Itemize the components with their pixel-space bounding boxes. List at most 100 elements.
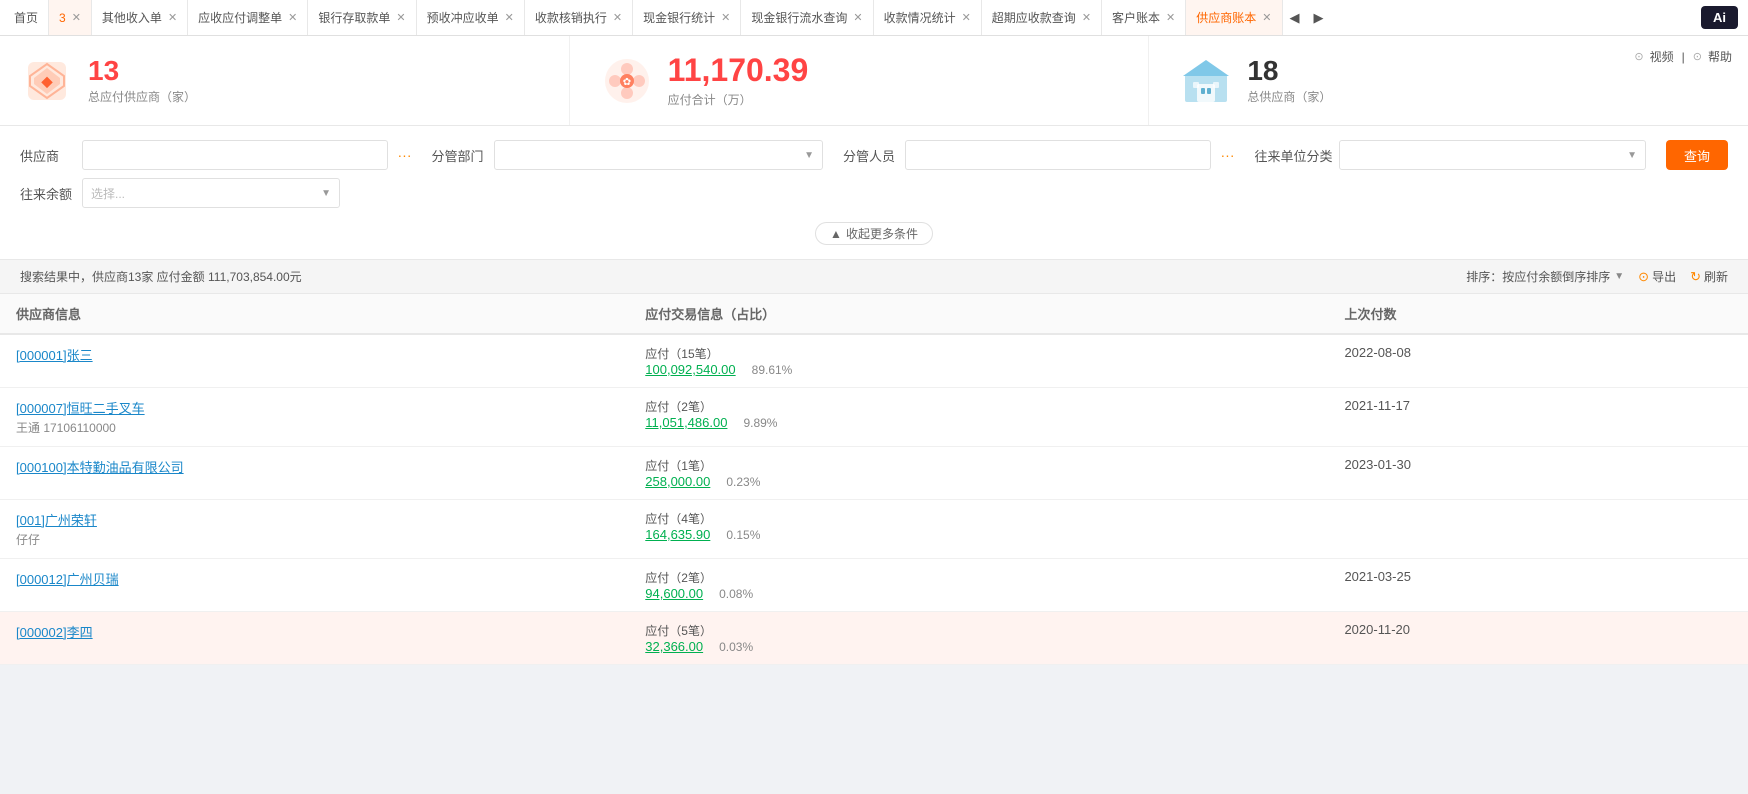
nav-tab-3[interactable]: 3 ✕ xyxy=(49,0,92,36)
export-button[interactable]: ⊙ 导出 xyxy=(1638,268,1676,285)
collapse-arrow-icon: ▲ xyxy=(830,227,842,241)
table-row: [000012]广州贝瑞应付（2笔）94,600.000.08%2021-03-… xyxy=(0,559,1748,612)
supplier-link-4[interactable]: [000012]广州贝瑞 xyxy=(16,572,119,587)
tx-amount-4[interactable]: 94,600.00 xyxy=(645,586,703,601)
export-label: 导出 xyxy=(1652,268,1676,285)
nav-tab-other-income[interactable]: 其他收入单 ✕ xyxy=(92,0,188,36)
supplier-link-3[interactable]: [001]广州荣轩 xyxy=(16,513,97,528)
tx-cell-2: 应付（1笔）258,000.000.23% xyxy=(629,447,1328,500)
dept-arrow-icon: ▼ xyxy=(804,150,814,161)
supplier-cell-4: [000012]广州贝瑞 xyxy=(0,559,629,612)
nav-tab-cash-bank-stat[interactable]: 现金银行统计 ✕ xyxy=(633,0,741,36)
nav-tab-cash-flow-label: 现金银行流水查询 xyxy=(751,9,847,26)
nav-bar: 首页 3 ✕ 其他收入单 ✕ 应收应付调整单 ✕ 银行存取款单 ✕ 预收冲应收单… xyxy=(0,0,1748,36)
stat-suppliers-payable-content: 13 总应付供应商（家） xyxy=(88,56,196,106)
dept-select[interactable]: ▼ xyxy=(494,140,824,170)
filter-dept: 分管部门 ▼ xyxy=(432,140,824,170)
nav-tab-prepay-ar-label: 预收冲应收单 xyxy=(427,9,499,26)
nav-tab-home-label: 首页 xyxy=(14,9,38,26)
tx-amount-1[interactable]: 11,051,486.00 xyxy=(645,415,727,430)
svg-text:◆: ◆ xyxy=(41,73,54,89)
nav-tab-bank-deposit[interactable]: 银行存取款单 ✕ xyxy=(308,0,416,36)
nav-tab-overdue-ar[interactable]: 超期应收款查询 ✕ xyxy=(982,0,1102,36)
category-select[interactable]: ▼ xyxy=(1339,140,1646,170)
tx-amount-2[interactable]: 258,000.00 xyxy=(645,474,710,489)
export-icon: ⊙ xyxy=(1638,269,1649,285)
supplier-sub-3: 仔仔 xyxy=(16,531,613,548)
top-right-links: ⊙ 视频 | ⊙ 帮助 xyxy=(1634,48,1732,65)
nav-tab-other-income-label: 其他收入单 xyxy=(102,9,162,26)
search-button[interactable]: 查询 xyxy=(1666,140,1728,170)
nav-tab-cash-bank-stat-close[interactable]: ✕ xyxy=(721,11,730,24)
stat-amount-label: 应付合计（万） xyxy=(668,91,809,108)
balance-select[interactable]: 选择... ▼ xyxy=(82,178,340,208)
nav-tab-supplier-ledger-close[interactable]: ✕ xyxy=(1262,11,1271,24)
nav-tab-overdue-ar-close[interactable]: ✕ xyxy=(1082,11,1091,24)
supplier-link-1[interactable]: [000007]恒旺二手叉车 xyxy=(16,401,145,416)
stat-amount-content: 11,170.39 应付合计（万） xyxy=(668,53,809,107)
supplier-cell-2: [000100]本特勤油品有限公司 xyxy=(0,447,629,500)
table-row: [001]广州荣轩仔仔 应付（4笔）164,635.90 0.15% xyxy=(0,500,1748,559)
ai-button[interactable]: Ai xyxy=(1701,6,1738,29)
supplier-link-5[interactable]: [000002]李四 xyxy=(16,625,93,640)
supplier-input[interactable] xyxy=(82,140,388,170)
nav-tab-customer-ledger-close[interactable]: ✕ xyxy=(1166,11,1175,24)
nav-tab-prepay-ar[interactable]: 预收冲应收单 ✕ xyxy=(417,0,525,36)
sort-select[interactable]: 排序：按应付余额倒序排序 ▼ xyxy=(1466,268,1624,285)
nav-tab-bank-deposit-close[interactable]: ✕ xyxy=(396,11,405,24)
nav-tab-collection-stat[interactable]: 收款情况统计 ✕ xyxy=(874,0,982,36)
nav-tab-cash-flow-close[interactable]: ✕ xyxy=(853,11,862,24)
supplier-ellipsis[interactable]: ··· xyxy=(398,147,412,163)
nav-tab-customer-ledger-label: 客户账本 xyxy=(1112,9,1160,26)
tx-pct-3: 0.15% xyxy=(726,528,760,542)
stats-bar: ◆ 13 总应付供应商（家） ✿ 11,170.39 应付合计（万） xyxy=(0,36,1748,126)
nav-tab-ar-ap-adjust[interactable]: 应收应付调整单 ✕ xyxy=(188,0,308,36)
person-ellipsis[interactable]: ··· xyxy=(1221,147,1235,163)
tx-amount-0[interactable]: 100,092,540.00 xyxy=(645,362,735,377)
result-summary: 搜索结果中，供应商13家 应付金额 111,703,854.00元 xyxy=(20,268,302,285)
lastpay-cell-2: 2023-01-30 xyxy=(1328,447,1748,500)
tx-cell-4: 应付（2笔）94,600.000.08% xyxy=(629,559,1328,612)
video-link[interactable]: 视频 xyxy=(1650,48,1674,65)
nav-tab-prepay-ar-close[interactable]: ✕ xyxy=(505,11,514,24)
svg-text:✿: ✿ xyxy=(622,77,630,88)
tx-cell-5: 应付（5笔）32,366.000.03% xyxy=(629,612,1328,665)
nav-tab-home[interactable]: 首页 xyxy=(4,0,49,36)
nav-tab-cash-flow[interactable]: 现金银行流水查询 ✕ xyxy=(741,0,873,36)
nav-tab-other-income-close[interactable]: ✕ xyxy=(168,11,177,24)
collapse-button[interactable]: ▲ 收起更多条件 xyxy=(815,222,933,245)
nav-tab-collection-stat-close[interactable]: ✕ xyxy=(962,11,971,24)
tx-label-3: 应付（4笔） xyxy=(645,510,1312,527)
result-bar: 搜索结果中，供应商13家 应付金额 111,703,854.00元 排序：按应付… xyxy=(0,260,1748,294)
tx-label-1: 应付（2笔） xyxy=(645,398,1312,415)
tx-pct-0: 89.61% xyxy=(752,363,793,377)
person-input[interactable] xyxy=(905,140,1211,170)
nav-tab-ar-ap-adjust-label: 应收应付调整单 xyxy=(198,9,282,26)
store-icon xyxy=(1179,54,1233,108)
lastpay-cell-0: 2022-08-08 xyxy=(1328,334,1748,388)
tx-label-0: 应付（15笔） xyxy=(645,345,1312,362)
refresh-button[interactable]: ↻ 刷新 xyxy=(1690,268,1728,285)
supplier-link-0[interactable]: [000001]张三 xyxy=(16,348,93,363)
diamond-icon: ◆ xyxy=(20,54,74,108)
nav-tab-ar-ap-adjust-close[interactable]: ✕ xyxy=(288,11,297,24)
nav-tab-customer-ledger[interactable]: 客户账本 ✕ xyxy=(1102,0,1186,36)
category-arrow-icon: ▼ xyxy=(1627,150,1637,161)
supplier-cell-5: [000002]李四 xyxy=(0,612,629,665)
balance-placeholder: 选择... xyxy=(91,185,125,202)
supplier-link-2[interactable]: [000100]本特勤油品有限公司 xyxy=(16,460,184,475)
tx-amount-5[interactable]: 32,366.00 xyxy=(645,639,703,654)
nav-prev-arrow[interactable]: ◀ xyxy=(1283,0,1307,36)
tx-amount-3[interactable]: 164,635.90 xyxy=(645,527,710,542)
supplier-table: 供应商信息 应付交易信息（占比） 上次付数 [000001]张三应付（15笔）1… xyxy=(0,294,1748,665)
nav-tab-collection-verify-close[interactable]: ✕ xyxy=(613,11,622,24)
table-header-row: 供应商信息 应付交易信息（占比） 上次付数 xyxy=(0,294,1748,334)
collapse-bar: ▲ 收起更多条件 xyxy=(20,216,1728,249)
help-link[interactable]: 帮助 xyxy=(1708,48,1732,65)
nav-tab-supplier-ledger[interactable]: 供应商账本 ✕ xyxy=(1186,0,1282,36)
tx-pct-2: 0.23% xyxy=(726,475,760,489)
tx-cell-1: 应付（2笔）11,051,486.009.89% xyxy=(629,388,1328,447)
nav-tab-collection-verify[interactable]: 收款核销执行 ✕ xyxy=(525,0,633,36)
nav-next-arrow[interactable]: ▶ xyxy=(1307,0,1331,36)
nav-tab-3-close[interactable]: ✕ xyxy=(72,11,81,24)
